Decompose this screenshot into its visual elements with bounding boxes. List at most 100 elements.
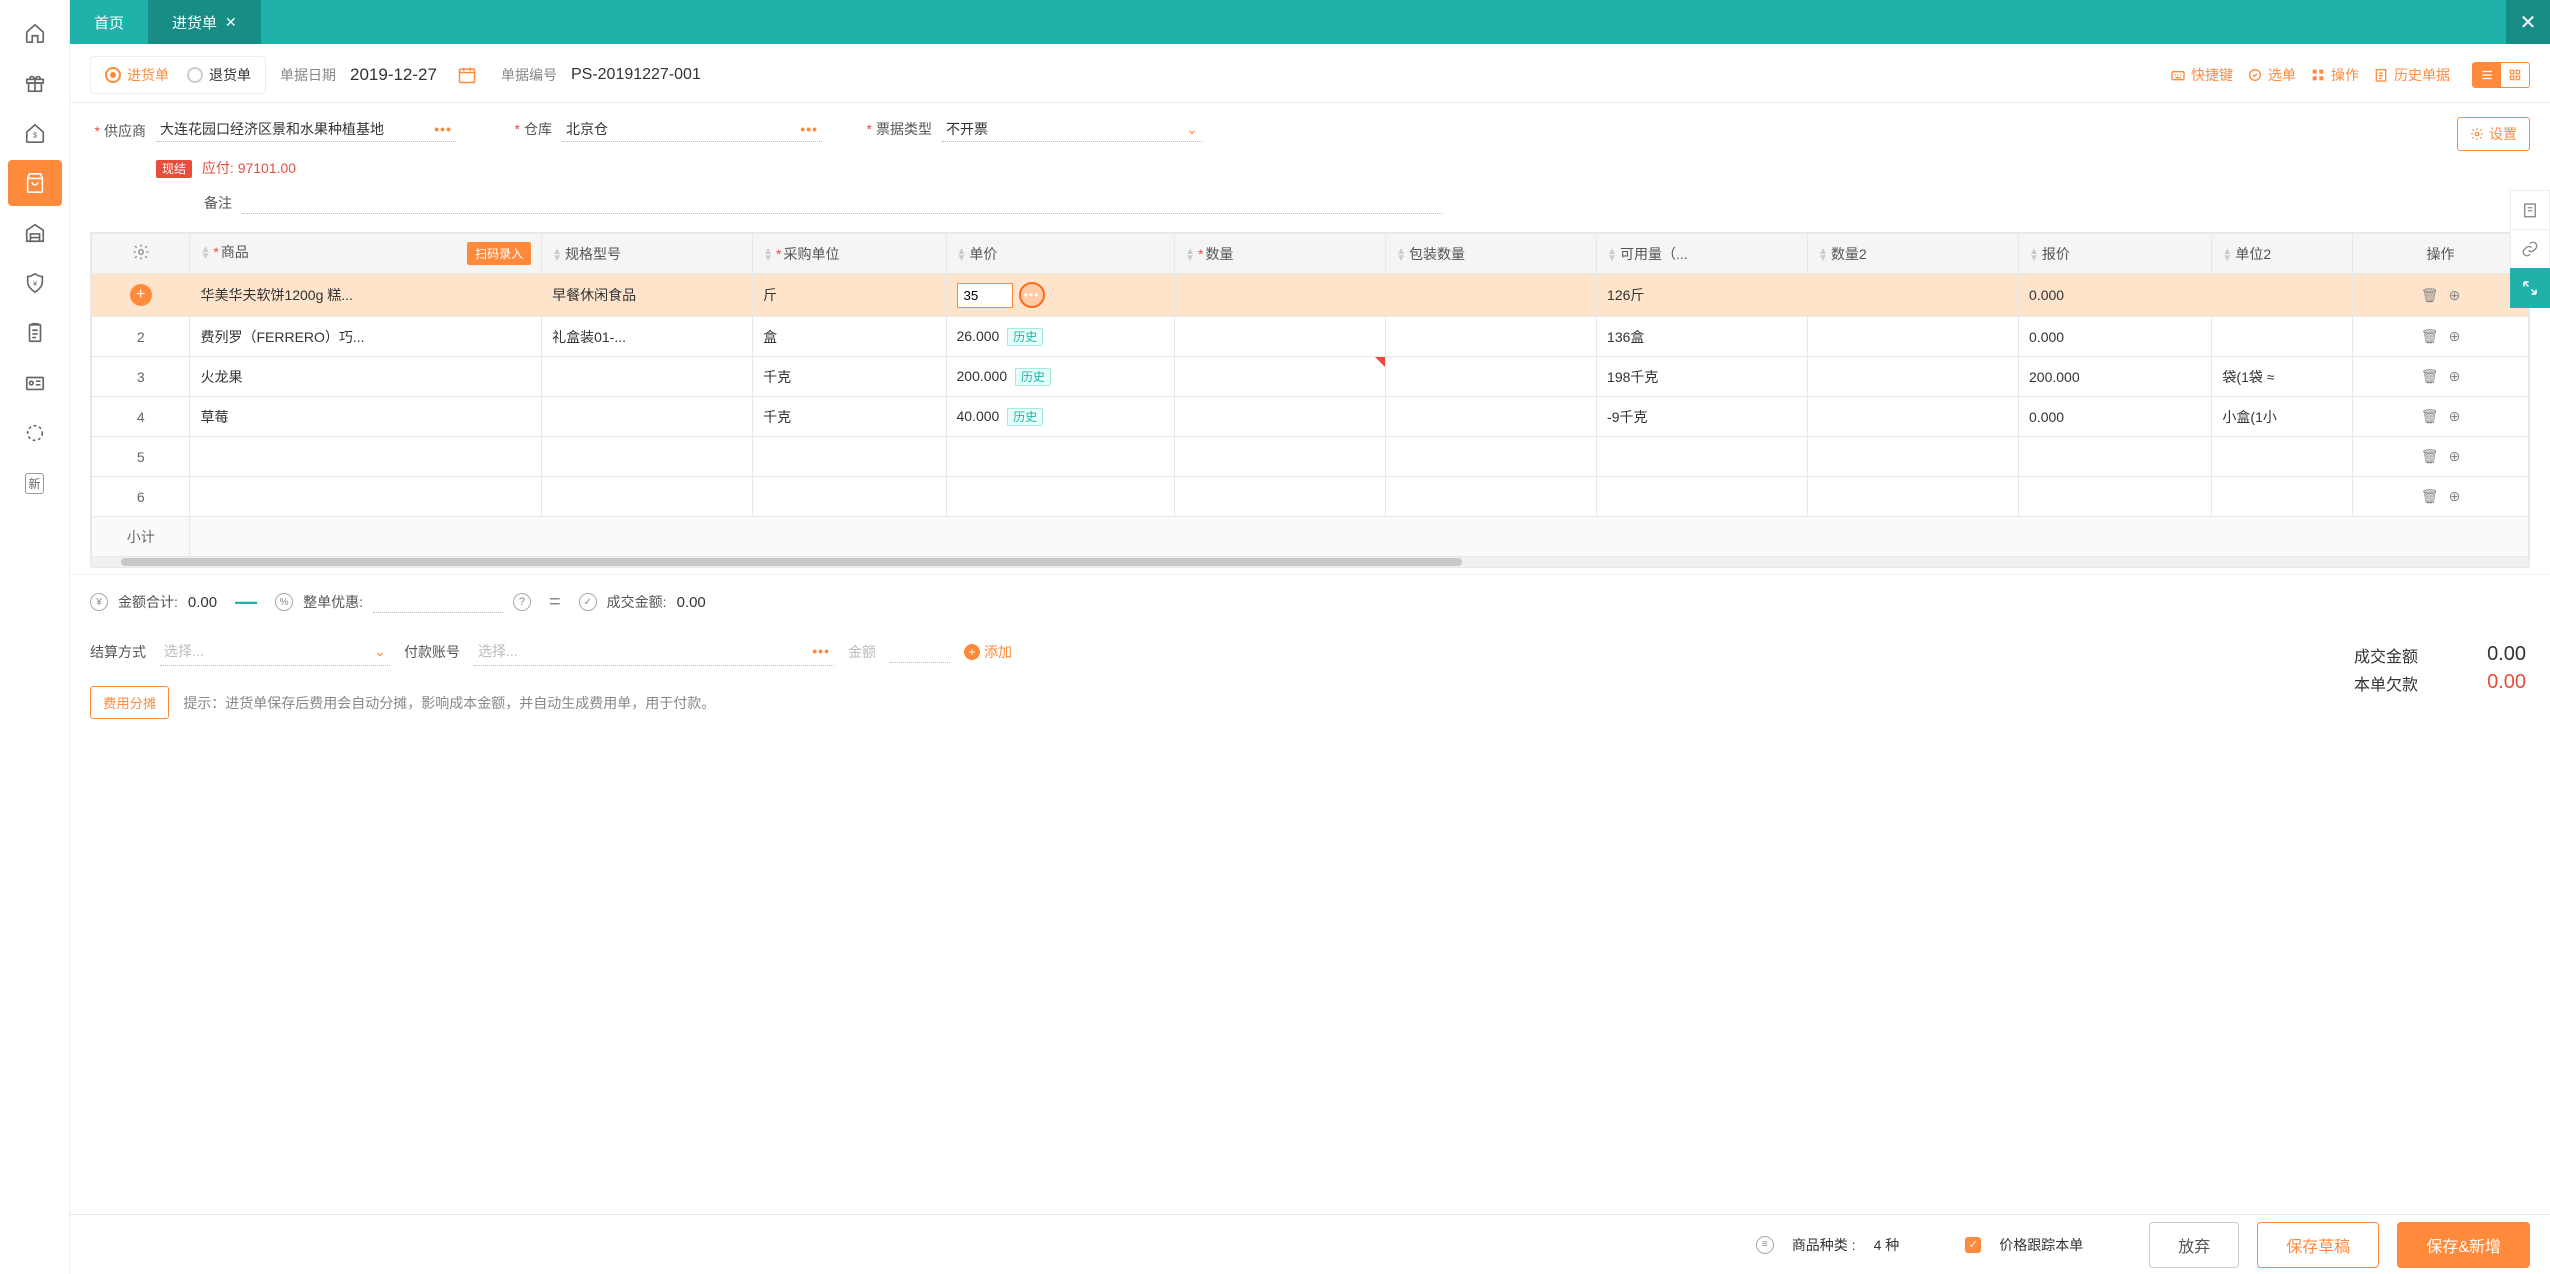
history-tag[interactable]: 历史 xyxy=(1007,408,1043,426)
delete-row-icon[interactable]: 🗑 xyxy=(2421,328,2439,345)
col-product[interactable]: ▲▼*商品扫码录入 xyxy=(190,234,542,274)
date-label: 单据日期 xyxy=(280,65,336,85)
payment-amount-label: 金额 xyxy=(848,642,876,662)
col-unit2[interactable]: ▲▼单位2 xyxy=(2212,234,2353,274)
table-row[interactable]: +华美华夫软饼1200g 糕...早餐休闲食品斤•••126斤0.000🗑⊕ xyxy=(92,274,2529,317)
chevron-down-icon: ⌄ xyxy=(374,643,386,660)
col-avail[interactable]: ▲▼可用量（... xyxy=(1597,234,1808,274)
payment-method-select[interactable]: 选择...⌄ xyxy=(160,637,390,666)
col-unit[interactable]: ▲▼*采购单位 xyxy=(753,234,946,274)
app-close-button[interactable]: ✕ xyxy=(2506,0,2550,44)
copy-row-icon[interactable]: ⊕ xyxy=(2449,368,2461,385)
scan-button[interactable]: 扫码录入 xyxy=(467,242,531,265)
copy-row-icon[interactable]: ⊕ xyxy=(2449,448,2461,465)
help-icon[interactable]: ? xyxy=(513,593,531,611)
chevron-down-icon[interactable]: ⌄ xyxy=(1186,121,1198,138)
deal-label: 成交金额: xyxy=(607,592,667,612)
nav-new-icon[interactable]: 新 xyxy=(8,460,62,506)
save-draft-button[interactable]: 保存草稿 xyxy=(2257,1222,2379,1268)
remark-input[interactable] xyxy=(242,190,1442,214)
delete-row-icon[interactable]: 🗑 xyxy=(2421,488,2439,505)
select-order-link[interactable]: 选单 xyxy=(2247,65,2296,85)
payment-account-label: 付款账号 xyxy=(404,642,460,662)
copy-row-icon[interactable]: ⊕ xyxy=(2449,408,2461,425)
col-gear[interactable] xyxy=(92,234,190,274)
nav-card-icon[interactable] xyxy=(8,360,62,406)
col-pack-qty[interactable]: ▲▼包装数量 xyxy=(1386,234,1597,274)
rail-note-icon[interactable] xyxy=(2510,190,2550,230)
copy-row-icon[interactable]: ⊕ xyxy=(2449,328,2461,345)
supplier-input[interactable]: 大连花园口经济区景和水果种植基地 ••• xyxy=(156,117,456,142)
product-type-label: 商品种类 : xyxy=(1792,1235,1856,1255)
delete-row-icon[interactable]: 🗑 xyxy=(2421,408,2439,425)
table-row[interactable]: 2费列罗（FERRERO）巧...礼盒装01-...盒26.000 历史136盒… xyxy=(92,317,2529,357)
discount-icon: % xyxy=(275,593,293,611)
view-grid-icon[interactable] xyxy=(2501,63,2529,87)
add-payment-button[interactable]: +添加 xyxy=(964,642,1012,662)
remark-label: 备注 xyxy=(176,191,232,213)
tab-home[interactable]: 首页 xyxy=(70,0,148,44)
invoice-input[interactable]: 不开票 ⌄ xyxy=(942,117,1202,142)
col-quote[interactable]: ▲▼报价 xyxy=(2019,234,2212,274)
copy-row-icon[interactable]: ⊕ xyxy=(2449,287,2461,304)
nav-purchase-icon[interactable] xyxy=(8,160,62,206)
history-link[interactable]: 历史单据 xyxy=(2373,65,2450,85)
horizontal-scrollbar[interactable] xyxy=(91,557,2529,567)
rail-expand-icon[interactable] xyxy=(2510,268,2550,308)
footer-bar: ≡ 商品种类 : 4 种 ✓ 价格跟踪本单 放弃 保存草稿 保存&新增 xyxy=(70,1214,2550,1274)
delete-row-icon[interactable]: 🗑 xyxy=(2421,448,2439,465)
delete-row-icon[interactable]: 🗑 xyxy=(2421,368,2439,385)
tab-purchase-order[interactable]: 进货单 xyxy=(105,65,169,85)
col-action: 操作 xyxy=(2353,234,2529,274)
history-tag[interactable]: 历史 xyxy=(1007,328,1043,346)
nav-home-icon[interactable] xyxy=(8,10,62,56)
svg-text:¥: ¥ xyxy=(32,279,37,288)
discount-input[interactable] xyxy=(373,591,503,613)
table-row[interactable]: 6🗑⊕ xyxy=(92,477,2529,517)
left-sidebar: $ ¥ 新 xyxy=(0,0,70,1274)
add-row-button[interactable]: + xyxy=(130,284,152,306)
tab-return-order[interactable]: 退货单 xyxy=(187,65,251,85)
close-icon[interactable]: ✕ xyxy=(225,14,237,31)
delete-row-icon[interactable]: 🗑 xyxy=(2421,287,2439,304)
tab-purchase[interactable]: 进货单✕ xyxy=(148,0,261,44)
docno-value: PS-20191227-001 xyxy=(571,66,701,84)
nav-warehouse-icon[interactable] xyxy=(8,210,62,256)
deal-value: 0.00 xyxy=(677,594,706,611)
date-value[interactable]: 2019-12-27 xyxy=(350,65,437,85)
rail-link-icon[interactable] xyxy=(2510,229,2550,269)
right-rail xyxy=(2510,190,2550,307)
table-row[interactable]: 4草莓千克40.000 历史-9千克0.000小盒(1小🗑⊕ xyxy=(92,397,2529,437)
copy-row-icon[interactable]: ⊕ xyxy=(2449,488,2461,505)
settings-button[interactable]: 设置 xyxy=(2457,117,2530,151)
table-row[interactable]: 5🗑⊕ xyxy=(92,437,2529,477)
nav-sale-icon[interactable]: $ xyxy=(8,110,62,156)
more-icon[interactable]: ••• xyxy=(434,121,452,137)
warehouse-input[interactable]: 北京仓 ••• xyxy=(562,117,822,142)
price-track-checkbox[interactable]: ✓ xyxy=(1965,1237,1981,1253)
price-track-label: 价格跟踪本单 xyxy=(1999,1235,2083,1255)
view-list-icon[interactable] xyxy=(2473,63,2501,87)
discard-button[interactable]: 放弃 xyxy=(2149,1222,2239,1268)
nav-gift-icon[interactable] xyxy=(8,60,62,106)
nav-finance-icon[interactable]: ¥ xyxy=(8,260,62,306)
price-input[interactable] xyxy=(957,283,1013,308)
col-qty2[interactable]: ▲▼数量2 xyxy=(1808,234,2019,274)
operate-link[interactable]: 操作 xyxy=(2310,65,2359,85)
save-new-button[interactable]: 保存&新增 xyxy=(2397,1222,2530,1268)
more-icon[interactable]: ••• xyxy=(800,121,818,137)
calendar-icon[interactable] xyxy=(457,65,477,85)
nav-sync-icon[interactable] xyxy=(8,410,62,456)
price-more-button[interactable]: ••• xyxy=(1019,282,1045,308)
col-spec[interactable]: ▲▼规格型号 xyxy=(542,234,753,274)
history-tag[interactable]: 历史 xyxy=(1015,368,1051,386)
nav-report-icon[interactable] xyxy=(8,310,62,356)
col-price[interactable]: ▲▼单价 xyxy=(946,234,1175,274)
fee-allocation-button[interactable]: 费用分摊 xyxy=(90,686,169,719)
payment-account-select[interactable]: 选择...••• xyxy=(474,637,834,666)
shortcut-link[interactable]: 快捷键 xyxy=(2170,65,2233,85)
col-qty[interactable]: ▲▼*数量 xyxy=(1175,234,1386,274)
pay-due-label: 应付: xyxy=(202,160,234,176)
payment-amount-input[interactable] xyxy=(890,641,950,663)
table-row[interactable]: 3火龙果千克200.000 历史198千克200.000袋(1袋 ≈🗑⊕ xyxy=(92,357,2529,397)
